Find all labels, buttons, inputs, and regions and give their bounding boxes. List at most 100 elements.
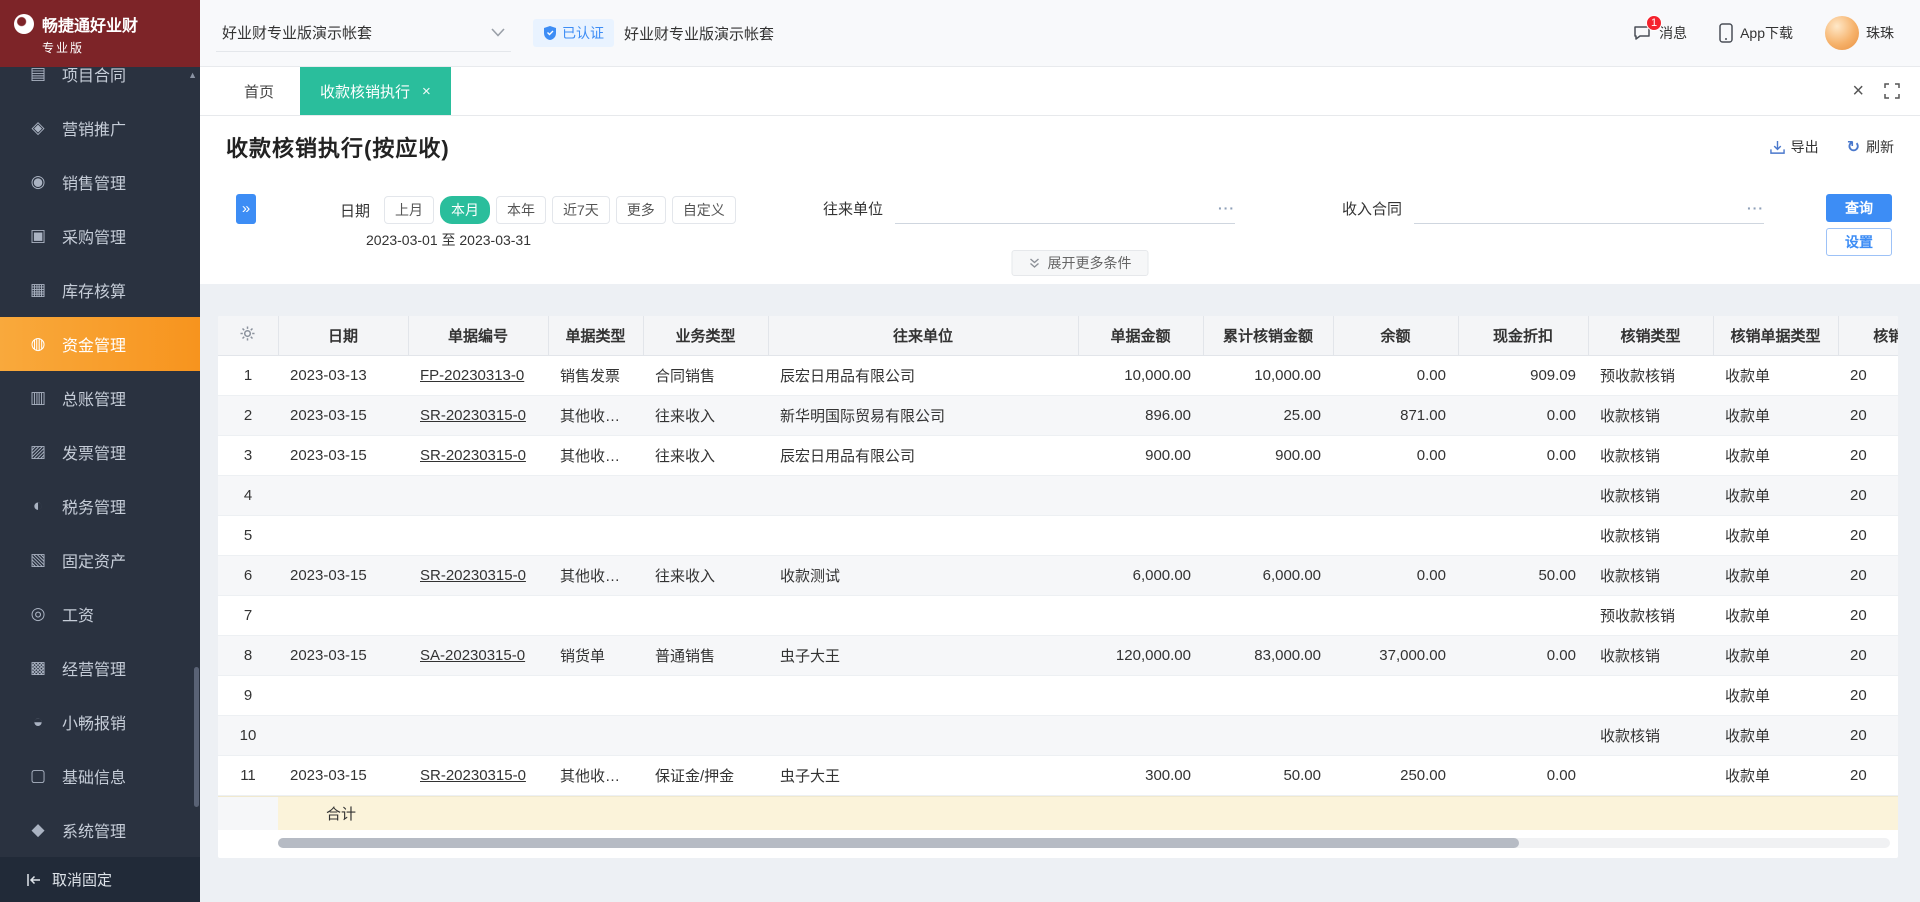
account-select-value: 好业财专业版演示帐套 xyxy=(222,22,372,43)
column-header[interactable]: 单据编号 xyxy=(408,316,548,355)
column-header[interactable]: 单据金额 xyxy=(1078,316,1203,355)
app-download-button[interactable]: App下载 xyxy=(1719,23,1793,43)
invoice-icon: ▨ xyxy=(28,442,48,462)
cell-amount: 900.00 xyxy=(1078,435,1203,475)
total-row-spacer xyxy=(218,797,278,830)
sidebar-item-sales[interactable]: ◉销售管理 xyxy=(0,155,200,209)
close-icon[interactable]: × xyxy=(1852,81,1864,101)
sidebar-item-label: 系统管理 xyxy=(62,818,126,842)
main-content: 首页 收款核销执行 × × 收款核销执行(按应收) 导出 ↻ 刷新 xyxy=(200,67,1920,902)
export-button[interactable]: 导出 xyxy=(1770,137,1819,157)
column-header[interactable]: 核销类型 xyxy=(1588,316,1713,355)
expand-more-conditions-button[interactable]: 展开更多条件 xyxy=(1012,250,1149,276)
refresh-button[interactable]: ↻ 刷新 xyxy=(1847,137,1894,157)
sidebar-item-expense[interactable]: ◒小畅报销 xyxy=(0,695,200,749)
sidebar-item-invoice[interactable]: ▨发票管理 xyxy=(0,425,200,479)
cell-cash_discount: 0.00 xyxy=(1458,395,1588,435)
cell-date xyxy=(278,515,408,555)
quick-option[interactable]: 本月 xyxy=(440,196,490,224)
table-row[interactable]: 112023-03-15SR-20230315-0其他收入单保证金/押金虫子大王… xyxy=(218,755,1898,795)
fullscreen-icon[interactable] xyxy=(1884,83,1900,99)
partner-input[interactable]: ··· xyxy=(895,198,1235,224)
doc-number-link[interactable]: SR-20230315-0 xyxy=(420,407,526,424)
table-row[interactable]: 62023-03-15SR-20230315-0其他收入单往来收入收款测试6,0… xyxy=(218,555,1898,595)
horizontal-scrollbar[interactable] xyxy=(278,838,1890,848)
cell-balance: 250.00 xyxy=(1333,755,1458,795)
unpin-button[interactable]: 取消固定 xyxy=(0,857,200,902)
sidebar-scroll-up-icon[interactable]: ▲ xyxy=(188,70,197,80)
table-card: 日期单据编号单据类型业务类型往来单位单据金额累计核销金额余额现金折扣核销类型核销… xyxy=(218,316,1898,858)
column-header[interactable]: 往来单位 xyxy=(768,316,1078,355)
quick-option[interactable]: 近7天 xyxy=(552,196,610,224)
column-header[interactable]: 余额 xyxy=(1333,316,1458,355)
cell-biz_type: 往来收入 xyxy=(643,435,768,475)
tab-close-icon[interactable]: × xyxy=(422,83,431,100)
cell-written_off: 10,000.00 xyxy=(1203,355,1333,395)
row-number: 8 xyxy=(218,635,278,675)
column-header[interactable]: 累计核销金额 xyxy=(1203,316,1333,355)
column-header[interactable]: 日期 xyxy=(278,316,408,355)
settings-button[interactable]: 设置 xyxy=(1826,228,1892,256)
cell-doc_no xyxy=(408,595,548,635)
sidebar-item-payroll[interactable]: ◎工资 xyxy=(0,587,200,641)
table-row[interactable]: 9收款单20 xyxy=(218,675,1898,715)
column-header[interactable]: 业务类型 xyxy=(643,316,768,355)
sidebar-item-fixed-assets[interactable]: ▧固定资产 xyxy=(0,533,200,587)
tab-receipt-writeoff[interactable]: 收款核销执行 × xyxy=(300,67,451,115)
sidebar-item-label: 总账管理 xyxy=(62,386,126,410)
doc-number-link[interactable]: SR-20230315-0 xyxy=(420,767,526,784)
sidebar-item-system[interactable]: ◆系统管理 xyxy=(0,803,200,857)
quick-option[interactable]: 上月 xyxy=(384,196,434,224)
column-header[interactable]: 单据类型 xyxy=(548,316,643,355)
sidebar-item-marketing[interactable]: ◈营销推广 xyxy=(0,101,200,155)
column-header[interactable]: 核销 xyxy=(1838,316,1898,355)
doc-number-link[interactable]: SR-20230315-0 xyxy=(420,447,526,464)
funds-icon: ◍ xyxy=(28,334,48,354)
column-header[interactable]: 核销单据类型 xyxy=(1713,316,1838,355)
sidebar-item-ledger[interactable]: ▥ 总账管理 xyxy=(0,371,200,425)
column-header[interactable]: 现金折扣 xyxy=(1458,316,1588,355)
messages-button[interactable]: 1 消息 xyxy=(1632,23,1687,43)
partner-picker-icon[interactable]: ··· xyxy=(1218,200,1235,216)
table-row[interactable]: 12023-03-13FP-20230313-0销售发票合同销售辰宏日用品有限公… xyxy=(218,355,1898,395)
cell-partner xyxy=(768,595,1078,635)
sidebar-item-operations[interactable]: ▩经营管理 xyxy=(0,641,200,695)
sidebar-scrollbar[interactable] xyxy=(194,667,199,807)
user-menu[interactable]: 珠珠 xyxy=(1825,16,1894,50)
income-contract-input[interactable]: ··· xyxy=(1414,198,1764,224)
quick-option[interactable]: 更多 xyxy=(616,196,666,224)
table-row[interactable]: 5收款核销收款单20 xyxy=(218,515,1898,555)
search-button[interactable]: 查询 xyxy=(1826,194,1892,222)
table-row[interactable]: 82023-03-15SA-20230315-0销货单普通销售虫子大王120,0… xyxy=(218,635,1898,675)
quick-option[interactable]: 自定义 xyxy=(672,196,736,224)
account-select[interactable]: 好业财专业版演示帐套 xyxy=(216,14,511,52)
sidebar-item-label: 固定资产 xyxy=(62,548,126,572)
collapse-filters-button[interactable]: » xyxy=(236,194,256,224)
project-contract-icon: ▤ xyxy=(28,67,48,84)
income-contract-picker-icon[interactable]: ··· xyxy=(1747,200,1764,216)
sidebar-item-purchase[interactable]: ▣采购管理 xyxy=(0,209,200,263)
table-row[interactable]: 10收款核销收款单20 xyxy=(218,715,1898,755)
sidebar-item-tax[interactable]: ◐税务管理 xyxy=(0,479,200,533)
ledger-icon: ▥ xyxy=(28,388,48,408)
sales-icon: ◉ xyxy=(28,172,48,192)
quick-option[interactable]: 本年 xyxy=(496,196,546,224)
sidebar-item-basic-info[interactable]: ▢基础信息 xyxy=(0,749,200,803)
tab-label: 收款核销执行 xyxy=(320,81,410,102)
doc-number-link[interactable]: FP-20230313-0 xyxy=(420,367,524,384)
table-row[interactable]: 32023-03-15SR-20230315-0其他收入单往来收入辰宏日用品有限… xyxy=(218,435,1898,475)
cell-written_off xyxy=(1203,715,1333,755)
doc-number-link[interactable]: SR-20230315-0 xyxy=(420,567,526,584)
table-row[interactable]: 4收款核销收款单20 xyxy=(218,475,1898,515)
sidebar-item-funds[interactable]: ◍资金管理 xyxy=(0,317,200,371)
table-row[interactable]: 22023-03-15SR-20230315-0其他收入单往来收入新华明国际贸易… xyxy=(218,395,1898,435)
sidebar-item-project-contract[interactable]: ▤项目合同 xyxy=(0,67,200,101)
table-row[interactable]: 7预收款核销收款单20 xyxy=(218,595,1898,635)
tab-home[interactable]: 首页 xyxy=(218,67,300,115)
cell-writeoff_doc_type: 收款单 xyxy=(1713,755,1838,795)
sidebar-item-inventory[interactable]: ▦库存核算 xyxy=(0,263,200,317)
column-settings-header[interactable] xyxy=(218,316,278,355)
cell-writeoff_doc_type: 收款单 xyxy=(1713,435,1838,475)
scrollbar-thumb[interactable] xyxy=(278,838,1519,848)
doc-number-link[interactable]: SA-20230315-0 xyxy=(420,647,525,664)
